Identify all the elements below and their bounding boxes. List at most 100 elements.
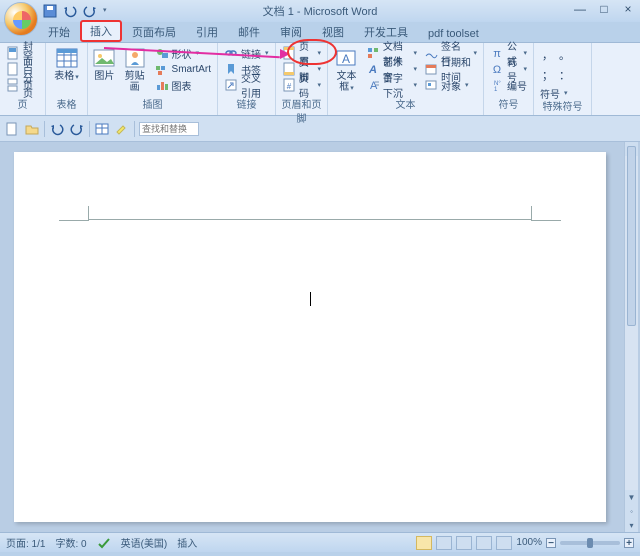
group-special-label: 特殊符号	[538, 101, 587, 115]
redo2-icon[interactable]	[69, 121, 85, 137]
tab-references[interactable]: 引用	[186, 22, 228, 42]
tab-home[interactable]: 开始	[38, 22, 80, 42]
blank-page-icon	[6, 62, 20, 76]
crossref-icon	[224, 78, 238, 92]
cross-reference-button[interactable]: 交叉引用	[222, 77, 271, 93]
shapes-icon	[155, 46, 169, 60]
number-button[interactable]: N°1编号	[488, 77, 529, 93]
view-full-screen[interactable]	[436, 536, 452, 550]
zoom-slider-thumb[interactable]	[587, 538, 593, 548]
zoom-in-button[interactable]: +	[624, 538, 634, 548]
sym-comma[interactable]: ，	[542, 47, 553, 63]
status-words[interactable]: 字数: 0	[55, 535, 86, 550]
status-blank	[207, 535, 217, 550]
tab-insert[interactable]: 插入	[80, 20, 122, 42]
pagenum-icon: #	[282, 78, 296, 92]
page-break-icon	[6, 78, 20, 92]
zoom-out-button[interactable]: −	[546, 538, 556, 548]
cover-page-icon	[6, 46, 20, 60]
next-page-icon[interactable]: ▾	[625, 518, 638, 532]
maximize-button[interactable]: □	[592, 0, 616, 18]
object-button[interactable]: 对象	[422, 77, 479, 93]
document-page[interactable]	[14, 152, 606, 522]
group-special-symbols: ， 。 ； ： 符号 特殊符号	[534, 43, 592, 115]
redo-icon[interactable]	[82, 3, 98, 19]
zoom-slider[interactable]	[560, 541, 620, 545]
quickparts-icon	[366, 46, 380, 60]
undo-icon[interactable]	[62, 3, 78, 19]
page-number-button[interactable]: #页码	[280, 77, 323, 93]
clipart-button[interactable]: 剪贴画	[120, 45, 150, 95]
dropcap-icon: A	[366, 78, 380, 92]
text-cursor	[310, 292, 311, 306]
more-symbols-button[interactable]: 符号	[538, 85, 574, 101]
svg-text:Ω: Ω	[493, 64, 501, 76]
office-button[interactable]	[4, 2, 38, 36]
textbox-button[interactable]: A 文本框	[332, 45, 361, 96]
close-button[interactable]: ×	[616, 0, 640, 18]
undo2-icon[interactable]	[49, 121, 65, 137]
document-area: ▲ ▼ ◦ ▾	[0, 142, 640, 532]
separator	[89, 121, 90, 137]
wordart-icon: A	[366, 62, 380, 76]
ribbon: 封面 空白页 分页 页 表格 表格 图片 剪贴画 形状	[0, 42, 640, 116]
window-title: 文档 1 - Microsoft Word	[263, 3, 378, 19]
object-icon	[424, 78, 438, 92]
scroll-thumb[interactable]	[627, 146, 636, 326]
symbol-icon: Ω	[490, 62, 504, 76]
group-links-label: 链接	[222, 99, 271, 113]
status-bar: 页面: 1/1 字数: 0 英语(美国) 插入 100% − +	[0, 532, 640, 552]
sym-semicolon[interactable]: ；	[542, 67, 553, 83]
status-mode[interactable]: 插入	[177, 535, 197, 550]
table-button[interactable]: 表格	[50, 45, 83, 85]
page-break-button[interactable]: 分页	[4, 77, 41, 93]
ribbon-tabs: 开始 插入 页面布局 引用 邮件 审阅 视图 开发工具 pdf toolset	[38, 22, 640, 42]
group-pages: 封面 空白页 分页 页	[0, 43, 46, 115]
vertical-scrollbar[interactable]: ▲ ▼ ◦ ▾	[624, 142, 638, 532]
group-tables: 表格 表格	[46, 43, 88, 115]
prev-page-icon[interactable]: ◦	[625, 504, 638, 518]
view-web-layout[interactable]	[456, 536, 472, 550]
status-page[interactable]: 页面: 1/1	[6, 535, 45, 550]
sym-period[interactable]: 。	[559, 47, 570, 63]
status-spellcheck-icon[interactable]	[97, 536, 111, 550]
datetime-icon	[424, 62, 438, 76]
separator	[44, 121, 45, 137]
view-draft[interactable]	[496, 536, 512, 550]
group-symbols-label: 符号	[488, 99, 529, 113]
dropcap-button[interactable]: A首字下沉	[364, 77, 419, 93]
status-language[interactable]: 英语(美国)	[121, 535, 168, 550]
save-icon[interactable]	[42, 3, 58, 19]
smartart-button[interactable]: SmartArt	[153, 61, 213, 77]
datetime-button[interactable]: 日期和时间	[422, 61, 479, 77]
smartart-icon	[155, 62, 169, 76]
minimize-button[interactable]: —	[568, 0, 592, 18]
scroll-down-arrow[interactable]: ▼	[625, 490, 638, 504]
tab-page-layout[interactable]: 页面布局	[122, 22, 186, 42]
tab-mailings[interactable]: 邮件	[228, 22, 270, 42]
view-print-layout[interactable]	[416, 536, 432, 550]
group-illustrations-label: 插图	[92, 99, 213, 113]
tab-view[interactable]: 视图	[312, 22, 354, 42]
group-text-label: 文本	[332, 99, 479, 113]
chart-button[interactable]: 图表	[153, 77, 213, 93]
sym-colon[interactable]: ：	[559, 67, 570, 83]
new-doc-icon[interactable]	[4, 121, 20, 137]
picture-button[interactable]: 图片	[92, 45, 117, 84]
bookmark-icon	[224, 62, 238, 76]
picture-icon	[93, 47, 115, 69]
qat-customize-dropdown[interactable]	[102, 3, 118, 19]
find-replace-input[interactable]	[139, 122, 199, 136]
zoom-level[interactable]: 100%	[516, 537, 542, 548]
textbox-icon: A	[335, 47, 357, 69]
svg-text:A: A	[368, 64, 377, 76]
symbol-button[interactable]: Ω符号	[488, 61, 529, 77]
open-icon[interactable]	[24, 121, 40, 137]
highlight-icon[interactable]	[114, 121, 130, 137]
svg-text:1: 1	[494, 87, 498, 92]
table-icon	[56, 47, 78, 69]
group-pages-label: 页	[4, 99, 41, 113]
table2-icon[interactable]	[94, 121, 110, 137]
view-outline[interactable]	[476, 536, 492, 550]
sigline-icon	[424, 46, 438, 60]
